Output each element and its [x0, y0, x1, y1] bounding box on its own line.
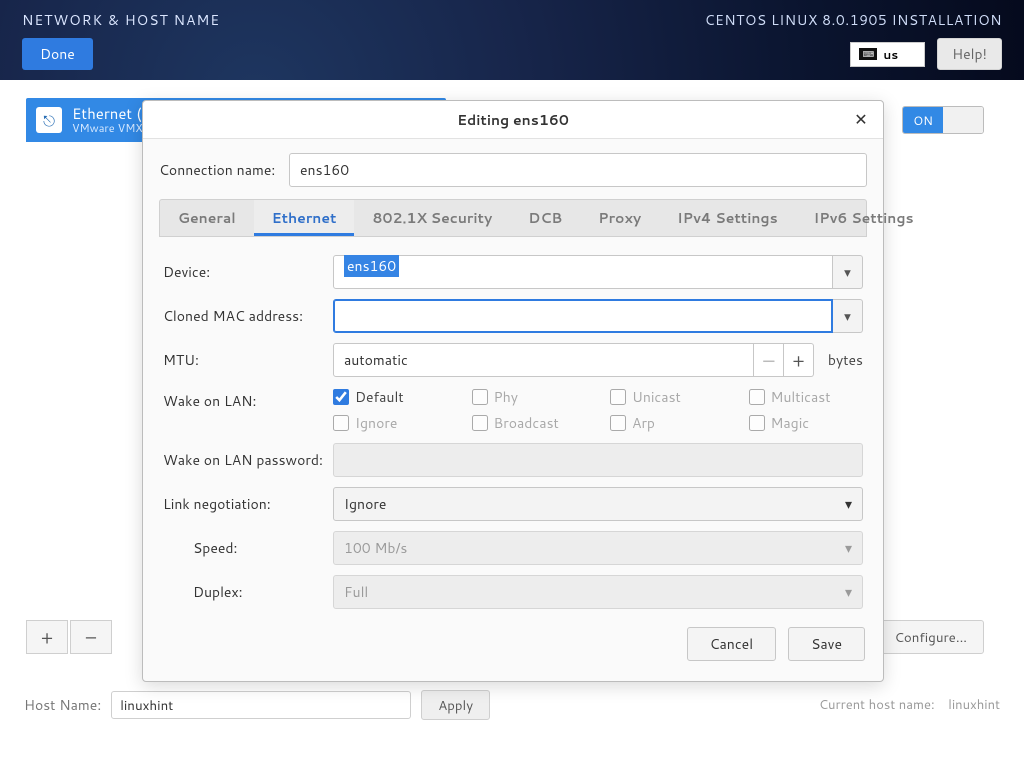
- mtu-label: MTU:: [163, 350, 333, 370]
- tab-dcb[interactable]: DCB: [510, 200, 580, 236]
- close-icon: ✕: [854, 108, 867, 131]
- connection-toggle-knob: [943, 107, 983, 133]
- device-combo[interactable]: ens160: [333, 255, 833, 289]
- tab-8021x-security[interactable]: 802.1X Security: [354, 200, 510, 236]
- cloned-mac-input[interactable]: [333, 299, 833, 333]
- keyboard-indicator[interactable]: ⌨ us: [850, 42, 925, 67]
- dialog-tabs: General Ethernet 802.1X Security DCB Pro…: [159, 199, 867, 237]
- help-button[interactable]: Help!: [937, 38, 1002, 70]
- wol-options: Default Phy Unicast Multicast Ignore Bro…: [333, 387, 863, 433]
- current-hostname-label: Current host name:: [819, 696, 935, 714]
- add-connection-button[interactable]: +: [26, 620, 68, 654]
- ethernet-icon: ⎋: [36, 107, 62, 133]
- wol-option-unicast[interactable]: Unicast: [610, 387, 725, 407]
- wol-option-broadcast[interactable]: Broadcast: [472, 413, 587, 433]
- connection-toggle[interactable]: ON: [902, 106, 984, 134]
- wol-label: Wake on LAN:: [163, 387, 333, 411]
- current-hostname-value: linuxhint: [948, 696, 1000, 714]
- chevron-down-icon: ▾: [845, 494, 852, 514]
- chevron-down-icon: ▾: [845, 582, 852, 602]
- cloned-mac-label: Cloned MAC address:: [163, 306, 333, 326]
- keyboard-icon: ⌨: [859, 48, 877, 60]
- done-button[interactable]: Done: [22, 38, 93, 70]
- device-combo-dropdown[interactable]: ▾: [833, 255, 863, 289]
- tab-ethernet[interactable]: Ethernet: [254, 200, 355, 236]
- mtu-decrement-button[interactable]: −: [754, 343, 784, 377]
- tab-proxy[interactable]: Proxy: [580, 200, 659, 236]
- chevron-down-icon: ▾: [845, 538, 852, 558]
- chevron-down-icon: ▾: [844, 307, 851, 326]
- wol-option-ignore[interactable]: Ignore: [333, 413, 448, 433]
- connection-name-label: Connection name:: [159, 160, 289, 180]
- wol-option-arp[interactable]: Arp: [610, 413, 725, 433]
- speed-label: Speed:: [163, 538, 333, 558]
- save-button[interactable]: Save: [788, 627, 865, 661]
- wol-option-phy[interactable]: Phy: [472, 387, 587, 407]
- device-label: Device:: [163, 262, 333, 282]
- tab-ipv6-settings[interactable]: IPv6 Settings: [796, 200, 932, 236]
- cancel-button[interactable]: Cancel: [687, 627, 777, 661]
- installer-header: NETWORK & HOST NAME CENTOS LINUX 8.0.190…: [0, 0, 1024, 80]
- hostname-apply-button[interactable]: Apply: [421, 690, 490, 720]
- link-negotiation-label: Link negotiation:: [163, 494, 333, 514]
- wol-option-default[interactable]: Default: [333, 387, 448, 407]
- mtu-input[interactable]: [333, 343, 754, 377]
- edit-connection-dialog: Editing ens160 ✕ Connection name: Genera…: [142, 100, 884, 682]
- wol-password-label: Wake on LAN password:: [163, 450, 333, 470]
- keyboard-layout-label: us: [883, 46, 898, 63]
- installer-title: CENTOS LINUX 8.0.1905 INSTALLATION: [705, 10, 1002, 30]
- hostname-label: Host Name:: [24, 695, 101, 715]
- dialog-close-button[interactable]: ✕: [849, 107, 873, 131]
- dialog-titlebar: Editing ens160 ✕: [143, 101, 883, 139]
- connection-toggle-on-label: ON: [903, 107, 943, 133]
- chevron-down-icon: ▾: [844, 263, 851, 282]
- duplex-select: Full ▾: [333, 575, 863, 609]
- dialog-title: Editing ens160: [457, 110, 569, 130]
- link-negotiation-select[interactable]: Ignore ▾: [333, 487, 863, 521]
- remove-connection-button[interactable]: –: [70, 620, 112, 654]
- cloned-mac-dropdown[interactable]: ▾: [833, 299, 863, 333]
- mtu-unit: bytes: [828, 350, 863, 370]
- mtu-increment-button[interactable]: +: [784, 343, 814, 377]
- content-area: ⎋ Ethernet (ens160) VMware VMXNET3 Ether…: [0, 80, 1024, 768]
- tab-ipv4-settings[interactable]: IPv4 Settings: [659, 200, 795, 236]
- speed-select: 100 Mb/s ▾: [333, 531, 863, 565]
- wol-password-input: [333, 443, 863, 477]
- connection-name-input[interactable]: [289, 153, 867, 187]
- hostname-row: Host Name: Apply Current host name: linu…: [24, 690, 1000, 720]
- duplex-label: Duplex:: [163, 582, 333, 602]
- hostname-input[interactable]: [111, 691, 411, 719]
- configure-button[interactable]: Configure...: [877, 620, 984, 654]
- wol-option-magic[interactable]: Magic: [749, 413, 864, 433]
- tab-general[interactable]: General: [160, 200, 254, 236]
- wol-option-multicast[interactable]: Multicast: [749, 387, 864, 407]
- ethernet-form: Device: ens160 ▾ Cloned MAC address:: [159, 255, 867, 609]
